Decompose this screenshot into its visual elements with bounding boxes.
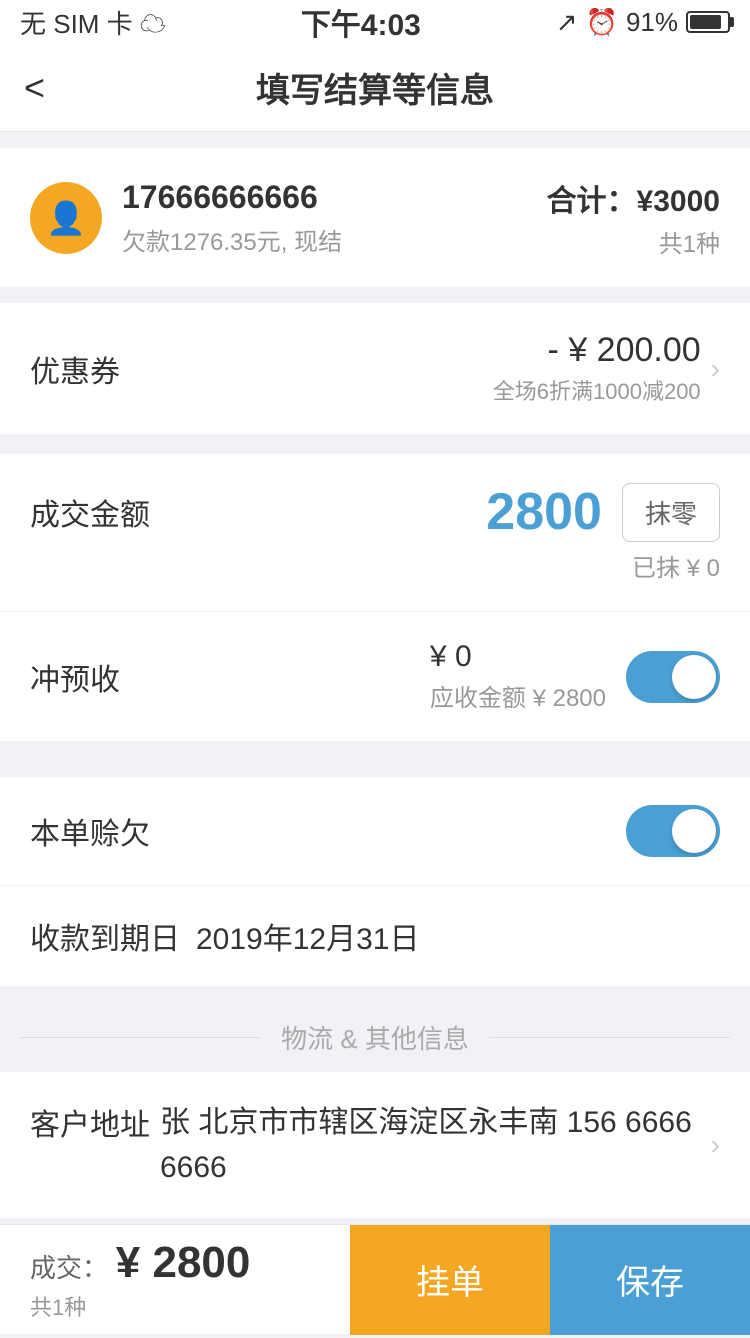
amount-label: 成交金额: [30, 490, 150, 534]
battery-percent: 91%: [626, 7, 678, 38]
amount-sub: 已抹 ¥ 0: [30, 548, 720, 583]
section-divider-1: [0, 434, 750, 454]
user-left: 👤 17666666666 欠款1276.35元, 现结: [30, 179, 342, 257]
amount-right: 2800 抹零: [486, 482, 720, 542]
user-card: 👤 17666666666 欠款1276.35元, 现结 合计：¥3000 共1…: [0, 148, 750, 287]
coupon-amount: - ¥ 200.00: [493, 331, 701, 370]
page-title: 填写结算等信息: [256, 63, 494, 112]
due-date-section: 收款到期日 2019年12月31日: [0, 885, 750, 986]
user-phone: 17666666666: [122, 179, 342, 216]
coupon-right: - ¥ 200.00 全场6折满1000减200 ›: [493, 331, 720, 406]
precharge-label: 冲预收: [30, 655, 120, 699]
bottom-deal-label: 成交：: [30, 1253, 108, 1283]
status-bar: 无 SIM 卡 ☁ 下午4:03 ↗ ⏰ 91%: [0, 0, 750, 44]
precharge-section: 冲预收 ¥ 0 应收金额 ¥ 2800: [0, 611, 750, 741]
alarm-icon: ⏰: [586, 7, 618, 38]
total-count: 共1种: [547, 224, 720, 259]
due-date-value: 2019年12月31日: [196, 914, 419, 958]
amount-section: 成交金额 2800 抹零 已抹 ¥ 0: [0, 454, 750, 611]
logistics-line-right: [489, 1037, 730, 1038]
bottom-deal-amount: ¥ 2800: [116, 1238, 251, 1287]
bottom-bar: 成交： ¥ 2800 共1种 挂单 保存: [0, 1224, 750, 1334]
address-section[interactable]: 客户地址 张 北京市市辖区海淀区永丰南 156 6666 6666 ›: [0, 1072, 750, 1218]
avatar-icon: 👤: [46, 199, 86, 237]
amount-value: 2800: [486, 482, 602, 542]
logistics-line-left: [20, 1037, 261, 1038]
nav-bar: < 填写结算等信息: [0, 44, 750, 132]
address-chevron-icon: ›: [711, 1129, 720, 1161]
section-divider-2: [0, 741, 750, 761]
address-label: 客户地址: [30, 1100, 160, 1144]
back-button[interactable]: <: [24, 67, 45, 109]
amount-row: 成交金额 2800 抹零: [30, 482, 720, 542]
coupon-row[interactable]: 优惠券 - ¥ 200.00 全场6折满1000减200 ›: [0, 303, 750, 434]
status-time: 下午4:03: [301, 0, 421, 44]
pending-button[interactable]: 挂单: [350, 1225, 550, 1335]
due-date-label: 收款到期日: [30, 914, 180, 958]
battery-icon: [686, 11, 730, 33]
precharge-toggle[interactable]: [626, 651, 720, 703]
status-right: ↗ ⏰ 91%: [556, 7, 730, 38]
total-amount: 合计：¥3000: [547, 176, 720, 220]
signal-strength: ↗: [556, 7, 578, 38]
precharge-right: ¥ 0 应收金额 ¥ 2800: [430, 640, 720, 713]
toggle-knob: [672, 655, 716, 699]
avatar: 👤: [30, 182, 102, 254]
logistics-label: 物流 & 其他信息: [281, 1019, 469, 1056]
chevron-right-icon: ›: [711, 353, 720, 385]
bottom-left: 成交： ¥ 2800 共1种: [0, 1238, 350, 1322]
save-button[interactable]: 保存: [550, 1225, 750, 1335]
round-button[interactable]: 抹零: [622, 483, 720, 542]
user-sub: 欠款1276.35元, 现结: [122, 222, 342, 257]
precharge-amount: ¥ 0: [430, 640, 606, 674]
coupon-label: 优惠券: [30, 347, 120, 391]
logistics-divider: 物流 & 其他信息: [0, 1002, 750, 1072]
bad-debt-toggle-knob: [672, 809, 716, 853]
user-info: 17666666666 欠款1276.35元, 现结: [122, 179, 342, 257]
bad-debt-label: 本单赊欠: [30, 809, 150, 853]
bad-debt-section: 本单赊欠: [0, 777, 750, 885]
content: 👤 17666666666 欠款1276.35元, 现结 合计：¥3000 共1…: [0, 148, 750, 1338]
bad-debt-toggle[interactable]: [626, 805, 720, 857]
user-right: 合计：¥3000 共1种: [547, 176, 720, 259]
precharge-sub: 应收金额 ¥ 2800: [430, 678, 606, 713]
sim-status: 无 SIM 卡 ☁: [20, 4, 166, 41]
status-left: 无 SIM 卡 ☁: [20, 4, 166, 41]
address-value: 张 北京市市辖区海淀区永丰南 156 6666 6666: [160, 1100, 701, 1190]
bottom-deal-count: 共1种: [30, 1290, 320, 1322]
precharge-row: 冲预收 ¥ 0 应收金额 ¥ 2800: [30, 640, 720, 713]
coupon-desc: 全场6折满1000减200: [493, 374, 701, 406]
